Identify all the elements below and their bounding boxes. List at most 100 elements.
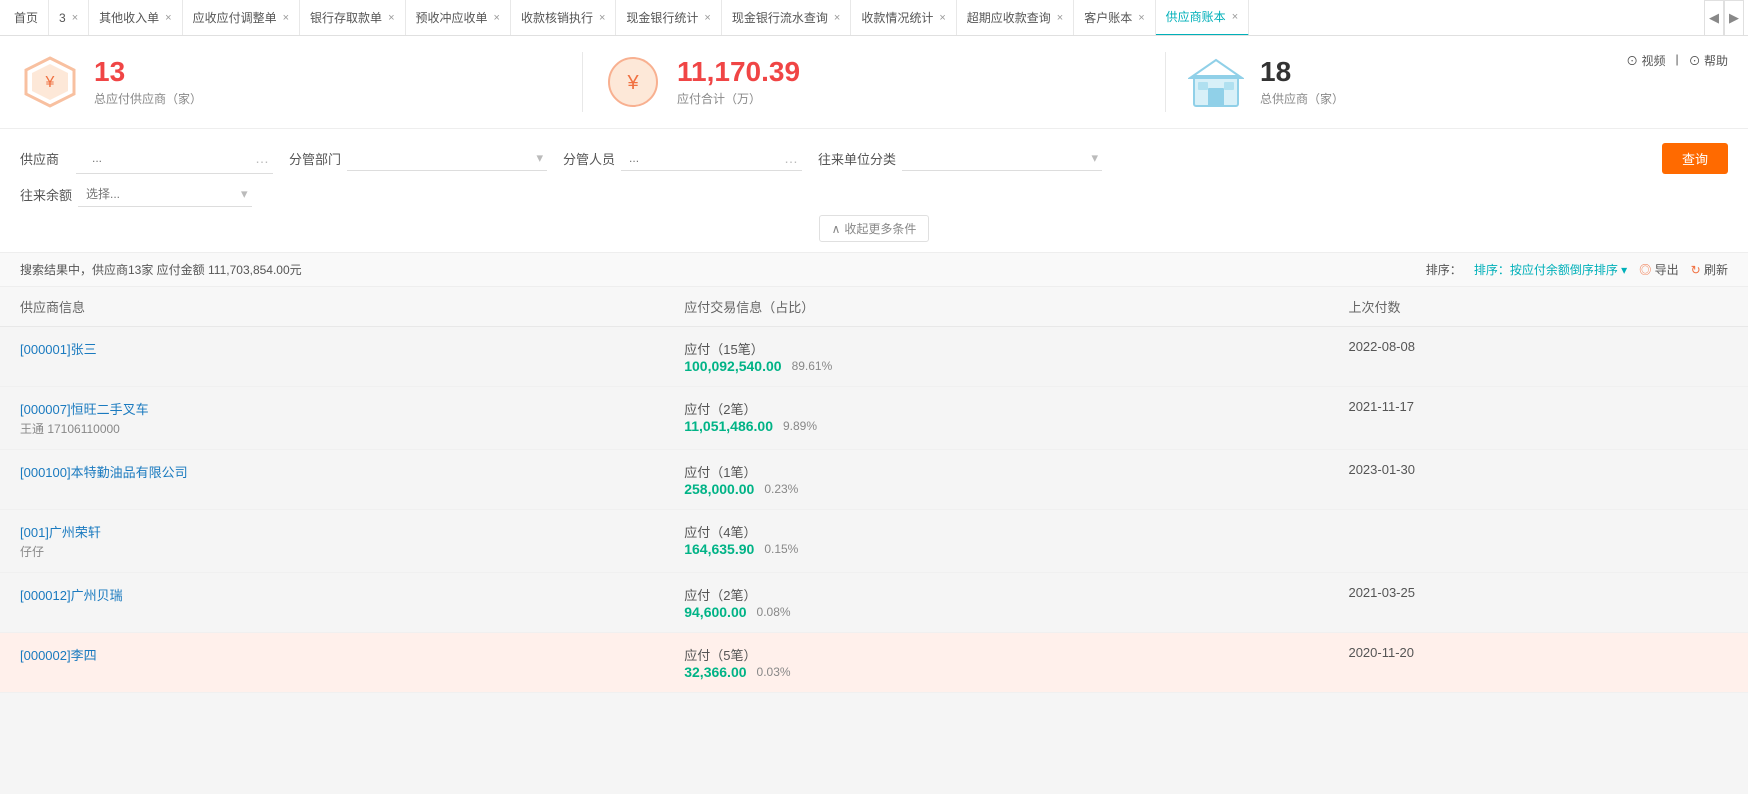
balance-select-wrap[interactable]: ▾ <box>78 182 252 207</box>
close-icon[interactable]: × <box>1057 12 1063 24</box>
close-icon[interactable]: × <box>72 12 78 24</box>
nav-tab-prepay[interactable]: 预收冲应收单 × <box>406 0 511 36</box>
last-pay-date: 2021-11-17 <box>1348 399 1414 414</box>
dept-input[interactable] <box>355 151 536 165</box>
supplier-input-wrap[interactable]: … <box>76 143 273 174</box>
supplier-dots-icon: … <box>255 150 269 166</box>
summary-card-ap-suppliers: ¥ 13 总应付供应商（家） <box>20 52 562 112</box>
close-icon[interactable]: × <box>165 12 171 24</box>
tx-amount[interactable]: 32,366.00 <box>684 664 746 680</box>
person-dots-icon: … <box>784 150 798 166</box>
close-icon[interactable]: × <box>1138 12 1144 24</box>
last-pay-cell: 2021-11-17 <box>1328 387 1748 450</box>
supplier-link[interactable]: [001]广州荣轩 <box>20 525 101 540</box>
nav-tab-3[interactable]: 3 × <box>49 0 89 36</box>
nav-tab-receipt-verify[interactable]: 收款核销执行 × <box>511 0 616 36</box>
nav-tab-label: 客户账本 <box>1084 9 1132 26</box>
supplier-info-cell: [000002]李四 <box>0 633 664 693</box>
tx-info-cell: 应付（5笔）32,366.00 0.03% <box>664 633 1328 693</box>
help-link[interactable]: ⊙ 帮助 <box>1689 52 1728 69</box>
person-input-wrap[interactable]: … <box>621 146 802 171</box>
nav-tab-supplier-ledger[interactable]: 供应商账本 × <box>1156 0 1249 36</box>
last-pay-cell <box>1328 510 1748 573</box>
total-suppliers-label: 总供应商（家） <box>1260 90 1344 107</box>
nav-scroll-right[interactable]: ▶ <box>1724 0 1744 36</box>
tx-percent: 89.61% <box>792 359 833 373</box>
data-table-container: 供应商信息 应付交易信息（占比） 上次付数 [000001]张三应付（15笔）1… <box>0 287 1748 693</box>
sort-link[interactable]: 排序：按应付余额倒序排序 ▾ <box>1474 261 1627 278</box>
nav-tab-receipt-stat[interactable]: 收款情况统计 × <box>851 0 956 36</box>
supplier-input[interactable] <box>84 147 255 169</box>
table-row: [000100]本特勤油品有限公司应付（1笔）258,000.000.23%20… <box>0 450 1748 510</box>
close-icon[interactable]: × <box>494 12 500 24</box>
last-pay-cell: 2020-11-20 <box>1328 633 1748 693</box>
close-icon[interactable]: × <box>939 12 945 24</box>
result-actions: 排序： 排序：按应付余额倒序排序 ▾ ◎ 导出 ↻ 刷新 <box>1426 261 1728 278</box>
tx-amount[interactable]: 258,000.00 <box>684 481 754 497</box>
close-icon[interactable]: × <box>704 12 710 24</box>
supplier-info-cell: [000001]张三 <box>0 327 664 387</box>
person-input[interactable] <box>629 151 784 165</box>
export-icon: ◎ <box>1639 263 1651 277</box>
tx-percent: 0.23% <box>764 482 798 496</box>
export-link[interactable]: ◎ 导出 <box>1639 261 1678 278</box>
tx-amount[interactable]: 11,051,486.00 <box>684 418 773 434</box>
nav-tab-label: 供应商账本 <box>1166 8 1226 25</box>
ap-suppliers-label: 总应付供应商（家） <box>94 90 202 107</box>
total-suppliers-number: 18 <box>1260 57 1344 88</box>
nav-tab-bank-deposit[interactable]: 银行存取款单 × <box>300 0 405 36</box>
nav-tab-label: 银行存取款单 <box>310 9 382 26</box>
tx-amount[interactable]: 100,092,540.00 <box>684 358 781 374</box>
nav-tab-customer-ledger[interactable]: 客户账本 × <box>1074 0 1155 36</box>
nav-tab-label: 其他收入单 <box>99 9 159 26</box>
balance-input[interactable] <box>86 187 241 201</box>
tx-amount[interactable]: 94,600.00 <box>684 604 746 620</box>
filter-balance: 往来余额 ▾ <box>20 182 252 207</box>
supplier-link[interactable]: [000012]广州贝瑞 <box>20 588 123 603</box>
table-header-row: 供应商信息 应付交易信息（占比） 上次付数 <box>0 287 1748 327</box>
balance-filter-label: 往来余额 <box>20 185 72 204</box>
svg-text:¥: ¥ <box>626 72 639 94</box>
supplier-info-cell: [000012]广州贝瑞 <box>0 573 664 633</box>
supplier-link[interactable]: [000007]恒旺二手叉车 <box>20 402 149 417</box>
divider-2 <box>1165 52 1166 112</box>
tx-info-cell: 应付（1笔）258,000.000.23% <box>664 450 1328 510</box>
sort-label: 排序： <box>1426 261 1462 278</box>
nav-tab-ap-adjust[interactable]: 应收应付调整单 × <box>183 0 300 36</box>
tx-info-cell: 应付（4笔）164,635.900.15% <box>664 510 1328 573</box>
filter-area: 供应商 … 分管部门 ▾ 分管人员 … 往来单位分类 <box>0 129 1748 253</box>
refresh-link[interactable]: ↻ 刷新 <box>1691 261 1728 278</box>
balance-dropdown-icon: ▾ <box>241 186 248 202</box>
close-icon[interactable]: × <box>388 12 394 24</box>
query-button[interactable]: 查询 <box>1662 143 1728 174</box>
category-input[interactable] <box>910 151 1091 165</box>
dept-input-wrap[interactable]: ▾ <box>347 146 547 171</box>
tx-amount[interactable]: 164,635.90 <box>684 541 754 557</box>
tx-percent: 0.15% <box>764 542 798 556</box>
supplier-link[interactable]: [000001]张三 <box>20 342 97 357</box>
close-icon[interactable]: × <box>1232 11 1238 23</box>
close-icon[interactable]: × <box>834 12 840 24</box>
nav-tab-label: 现金银行统计 <box>626 9 698 26</box>
close-icon[interactable]: × <box>599 12 605 24</box>
supplier-link[interactable]: [000002]李四 <box>20 648 97 663</box>
nav-tab-home[interactable]: 首页 <box>4 0 49 36</box>
video-link[interactable]: ⊙ 视频 <box>1626 52 1665 69</box>
nav-tab-cash-bank-flow[interactable]: 现金银行流水查询 × <box>722 0 851 36</box>
nav-tab-other-income[interactable]: 其他收入单 × <box>89 0 182 36</box>
dept-dropdown-icon: ▾ <box>536 150 543 166</box>
tx-count: 应付（5笔） <box>684 645 1308 664</box>
supplier-sub-info: 仔仔 <box>20 543 644 560</box>
tx-info-cell: 应付（15笔）100,092,540.0089.61% <box>664 327 1328 387</box>
nav-tab-overdue-ar[interactable]: 超期应收款查询 × <box>957 0 1074 36</box>
tx-percent: 0.03% <box>757 665 791 679</box>
collapse-button[interactable]: ∧ 收起更多条件 <box>819 215 930 242</box>
divider-text: | <box>1676 52 1679 69</box>
nav-tab-label: 首页 <box>14 9 38 26</box>
supplier-link[interactable]: [000100]本特勤油品有限公司 <box>20 465 188 480</box>
category-input-wrap[interactable]: ▾ <box>902 146 1102 171</box>
supplier-info-cell: [001]广州荣轩仔仔 <box>0 510 664 573</box>
close-icon[interactable]: × <box>283 12 289 24</box>
nav-tab-cash-bank-stat[interactable]: 现金银行统计 × <box>616 0 721 36</box>
nav-scroll-left[interactable]: ◀ <box>1704 0 1724 36</box>
